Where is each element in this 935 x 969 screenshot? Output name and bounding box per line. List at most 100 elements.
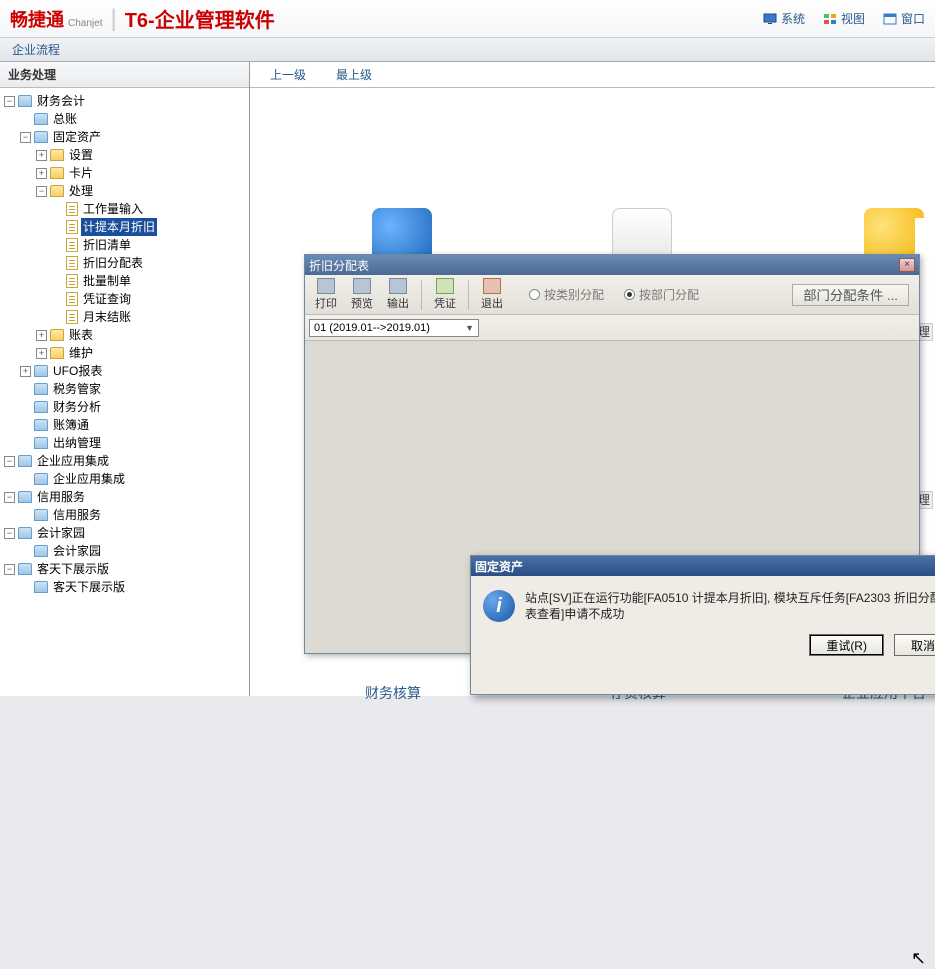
- tree-leaf-batch[interactable]: 批量制单: [52, 272, 247, 290]
- window-icon: [883, 13, 897, 25]
- logo-main: 畅捷通: [10, 6, 64, 32]
- tree-leaf-depreciate[interactable]: 计提本月折旧: [52, 218, 247, 236]
- menu-window[interactable]: 窗口: [883, 10, 925, 27]
- expand-icon[interactable]: +: [36, 348, 47, 359]
- collapse-icon[interactable]: −: [4, 528, 15, 539]
- file-icon: [66, 274, 78, 288]
- retry-button[interactable]: 重试(R): [809, 634, 884, 656]
- sidebar-header: 业务处理: [0, 62, 249, 88]
- tree-leaf-accthome[interactable]: 会计家园: [20, 542, 247, 560]
- folder-icon: [50, 347, 64, 359]
- window-toolbar: 打印 预览 输出 凭证 退出 按类别分配 按部门分配 部门分配条件 ...: [305, 275, 919, 315]
- dept-condition-button[interactable]: 部门分配条件 ...: [792, 284, 909, 306]
- expand-icon[interactable]: +: [36, 150, 47, 161]
- tree-leaf-workload[interactable]: 工作量输入: [52, 200, 247, 218]
- tree-node-cashier[interactable]: 出纳管理: [20, 434, 247, 452]
- expand-icon[interactable]: +: [20, 366, 31, 377]
- radio-icon: [529, 289, 540, 300]
- tree-node-integration[interactable]: −企业应用集成: [4, 452, 247, 470]
- logo-sub: Chanjet: [68, 18, 102, 29]
- window-titlebar[interactable]: 折旧分配表 ×: [305, 255, 919, 275]
- tree-node-ufo[interactable]: +UFO报表: [20, 362, 247, 380]
- dialog-buttons: 重试(R) 取消: [471, 628, 935, 666]
- tree-node-maintain[interactable]: +维护: [36, 344, 247, 362]
- tree-node-setup[interactable]: +设置: [36, 146, 247, 164]
- radio-by-dept[interactable]: 按部门分配: [624, 286, 699, 303]
- tree-node-card[interactable]: +卡片: [36, 164, 247, 182]
- folder-icon: [34, 383, 48, 395]
- collapse-icon[interactable]: −: [4, 456, 15, 467]
- subbar-item-flow[interactable]: 企业流程: [6, 41, 66, 58]
- tree-node-demo[interactable]: −客天下展示版: [4, 560, 247, 578]
- collapse-icon[interactable]: −: [36, 186, 47, 197]
- tree-node-gl[interactable]: 总账: [20, 110, 247, 128]
- folder-icon: [18, 527, 32, 539]
- period-select[interactable]: 01 (2019.01-->2019.01) ▼: [309, 319, 479, 337]
- tree-leaf-close[interactable]: 月末结账: [52, 308, 247, 326]
- collapse-icon[interactable]: −: [4, 492, 15, 503]
- collapse-icon[interactable]: −: [4, 96, 15, 107]
- toolbar-preview-button[interactable]: 预览: [345, 277, 379, 313]
- cancel-button[interactable]: 取消: [894, 634, 935, 656]
- file-icon: [66, 310, 78, 324]
- folder-icon: [18, 491, 32, 503]
- radio-by-category[interactable]: 按类别分配: [529, 286, 604, 303]
- tree-node-reports[interactable]: +账表: [36, 326, 247, 344]
- toolbar-print-button[interactable]: 打印: [309, 277, 343, 313]
- tree-leaf-demo[interactable]: 客天下展示版: [20, 578, 247, 596]
- titlebar-menu: 系统 视图 窗口: [763, 10, 925, 27]
- export-icon: [389, 278, 407, 294]
- monitor-icon: [763, 13, 777, 25]
- tree-node-process[interactable]: −处理: [36, 182, 247, 200]
- toolbar-exit-button[interactable]: 退出: [475, 277, 509, 313]
- toolbar-voucher-button[interactable]: 凭证: [428, 277, 462, 313]
- tree-leaf-credit[interactable]: 信用服务: [20, 506, 247, 524]
- preview-icon: [353, 278, 371, 294]
- tree-node-fa[interactable]: −固定资产: [20, 128, 247, 146]
- breadcrumb-top[interactable]: 最上级: [336, 66, 372, 83]
- toolbar-export-button[interactable]: 输出: [381, 277, 415, 313]
- titlebar-separator: |: [110, 5, 116, 33]
- collapse-icon[interactable]: −: [20, 132, 31, 143]
- folder-icon: [50, 185, 64, 197]
- tree-node-analysis[interactable]: 财务分析: [20, 398, 247, 416]
- dialog-fixed-asset: 固定资产 ✕ i 站点[SV]正在运行功能[FA0510 计提本月折旧], 模块…: [470, 555, 935, 695]
- folder-icon: [34, 419, 48, 431]
- file-icon: [66, 292, 78, 306]
- tree-leaf-depr-list[interactable]: 折旧清单: [52, 236, 247, 254]
- folder-icon: [34, 113, 48, 125]
- folder-icon: [50, 329, 64, 341]
- menu-system[interactable]: 系统: [763, 10, 805, 27]
- tree-node-finance[interactable]: −财务会计: [4, 92, 247, 110]
- breadcrumb-up[interactable]: 上一级: [270, 66, 306, 83]
- app-label-finance: 财务核算: [365, 683, 421, 703]
- menu-view[interactable]: 视图: [823, 10, 865, 27]
- tree-node-accthome[interactable]: −会计家园: [4, 524, 247, 542]
- tree-node-ledger[interactable]: 账簿通: [20, 416, 247, 434]
- dialog-titlebar[interactable]: 固定资产 ✕: [471, 556, 935, 576]
- app-title: T6-企业管理软件: [125, 4, 275, 33]
- expand-icon[interactable]: +: [36, 168, 47, 179]
- collapse-icon[interactable]: −: [4, 564, 15, 575]
- tree-leaf-depr-alloc[interactable]: 折旧分配表: [52, 254, 247, 272]
- app-titlebar: 畅捷通 Chanjet | T6-企业管理软件 系统 视图 窗口: [0, 0, 935, 38]
- folder-icon: [34, 131, 48, 143]
- print-icon: [317, 278, 335, 294]
- menu-system-label: 系统: [781, 10, 805, 27]
- toolbar-separator: [421, 280, 422, 310]
- expand-icon[interactable]: +: [36, 330, 47, 341]
- tree-leaf-integration[interactable]: 企业应用集成: [20, 470, 247, 488]
- period-value: 01 (2019.01-->2019.01): [314, 322, 430, 334]
- window-title: 折旧分配表: [309, 257, 899, 274]
- chevron-down-icon: ▼: [465, 323, 474, 333]
- tree-leaf-voucher-query[interactable]: 凭证查询: [52, 290, 247, 308]
- folder-icon: [50, 149, 64, 161]
- close-icon[interactable]: ×: [899, 258, 915, 272]
- tree-node-tax[interactable]: 税务管家: [20, 380, 247, 398]
- radio-icon: [624, 289, 635, 300]
- tree-node-credit[interactable]: −信用服务: [4, 488, 247, 506]
- folder-icon: [34, 401, 48, 413]
- dialog-message: 站点[SV]正在运行功能[FA0510 计提本月折旧], 模块互斥任务[FA23…: [525, 590, 935, 622]
- file-icon: [66, 202, 78, 216]
- dialog-title: 固定资产: [475, 558, 935, 575]
